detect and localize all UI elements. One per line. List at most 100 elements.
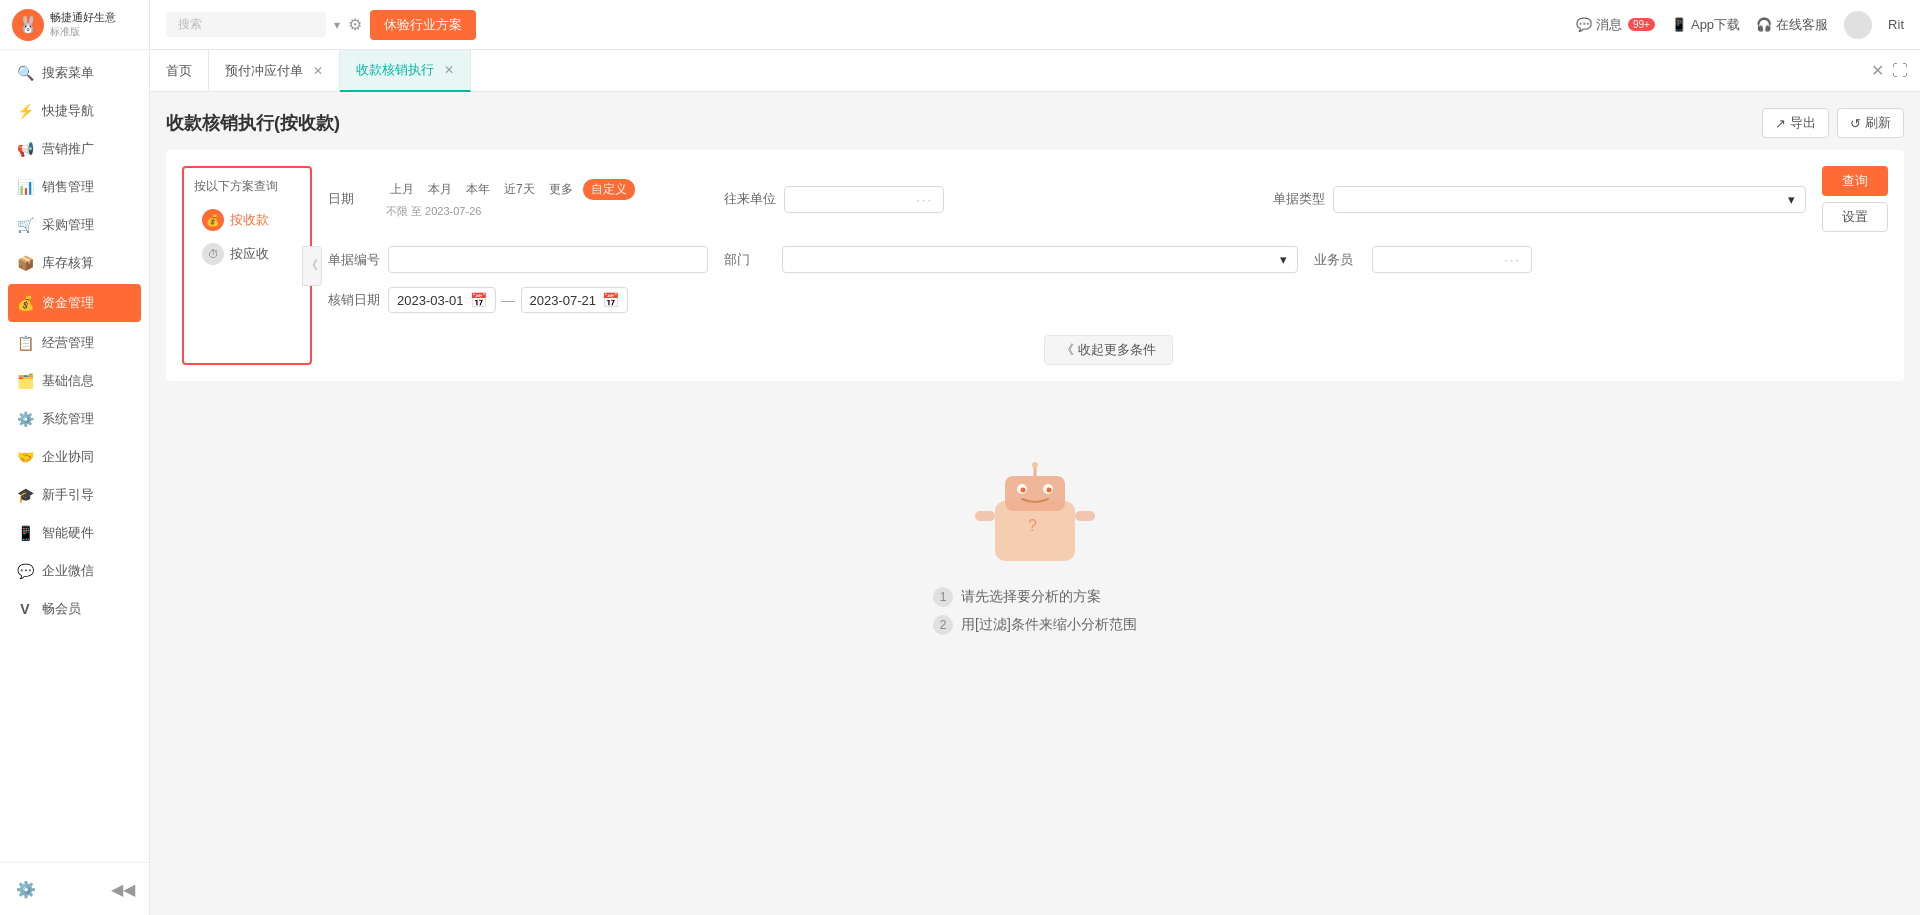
sidebar-item-system[interactable]: ⚙️ 系统管理	[0, 400, 149, 438]
filter-actions: 查询 设置	[1822, 166, 1888, 232]
content-area: 收款核销执行(按收款) ↗ 导出 ↺ 刷新 按以下方案查询 💰 按收款	[150, 92, 1920, 915]
filter-option-by-receivable[interactable]: ⏱ 按应收	[194, 237, 300, 271]
date-this-month[interactable]: 本月	[424, 179, 456, 200]
sidebar-item-guide[interactable]: 🎓 新手引导	[0, 476, 149, 514]
query-button[interactable]: 查询	[1822, 166, 1888, 196]
tab-prepay[interactable]: 预付冲应付单 ✕	[209, 50, 340, 92]
date-more[interactable]: 更多	[545, 179, 577, 200]
tab-prepay-close[interactable]: ✕	[313, 64, 323, 78]
filter-row-3: 核销日期 2023-03-01 📅 — 2023-07-21 📅	[328, 287, 1888, 313]
by-collection-label: 按收款	[230, 211, 269, 229]
bill-type-select[interactable]: ▾	[1333, 186, 1806, 213]
filter-row-1: 日期 上月 本月 本年 近7天 更多 自定义 不限 至 2023-07-26	[328, 166, 1888, 232]
refresh-icon: ↺	[1850, 116, 1861, 131]
sidebar-item-inventory[interactable]: 📦 库存核算	[0, 244, 149, 282]
sidebar-item-label: 采购管理	[42, 216, 94, 234]
date-range-separator: —	[502, 293, 515, 308]
export-button[interactable]: ↗ 导出	[1762, 108, 1829, 138]
verify-date-start-value: 2023-03-01	[397, 293, 464, 308]
tab-collection[interactable]: 收款核销执行 ✕	[340, 50, 471, 92]
app-download-button[interactable]: 📱 App下载	[1671, 16, 1740, 34]
refresh-label: 刷新	[1865, 114, 1891, 132]
sidebar-item-label: 经营管理	[42, 334, 94, 352]
bill-type-chevron: ▾	[1788, 192, 1795, 207]
filter-collapse-button[interactable]: 《	[302, 246, 322, 286]
tab-home-label: 首页	[166, 62, 192, 80]
bill-type-label: 单据类型	[1273, 190, 1325, 208]
sidebar-item-smart-hardware[interactable]: 📱 智能硬件	[0, 514, 149, 552]
app-download-icon: 📱	[1671, 17, 1687, 32]
partner-field: 往来单位 ···	[724, 186, 1257, 213]
date-this-year[interactable]: 本年	[462, 179, 494, 200]
sidebar-item-label: 快捷导航	[42, 102, 94, 120]
sidebar-item-quick-nav[interactable]: ⚡ 快捷导航	[0, 92, 149, 130]
tab-collection-close[interactable]: ✕	[444, 63, 454, 77]
dept-field: 部门 ▾	[724, 246, 1298, 273]
hint-number-1: 1	[933, 587, 953, 607]
sidebar-item-sales[interactable]: 📊 销售管理	[0, 168, 149, 206]
sidebar-item-marketing[interactable]: 📢 营销推广	[0, 130, 149, 168]
filter-option-by-collection[interactable]: 💰 按收款	[194, 203, 300, 237]
page-title: 收款核销执行(按收款)	[166, 111, 340, 135]
verify-date-range: 2023-03-01 📅 — 2023-07-21 📅	[388, 287, 628, 313]
partner-select[interactable]: ···	[784, 186, 944, 213]
verify-date-end-input[interactable]: 2023-07-21 📅	[521, 287, 629, 313]
sidebar-item-member[interactable]: V 畅会员	[0, 590, 149, 628]
settings-bottom-icon[interactable]: ⚙️	[10, 873, 42, 905]
sidebar-item-wechat[interactable]: 💬 企业微信	[0, 552, 149, 590]
salesperson-select[interactable]: ···	[1372, 246, 1532, 273]
svg-point-9	[1032, 462, 1038, 468]
collapse-sidebar-icon[interactable]: ◀◀	[107, 873, 139, 905]
tabbar-actions: ✕ ⛶	[1871, 61, 1920, 80]
verify-date-start-input[interactable]: 2023-03-01 📅	[388, 287, 496, 313]
basic-info-icon: 🗂️	[16, 372, 34, 390]
dept-chevron: ▾	[1280, 252, 1287, 267]
sidebar-item-finance[interactable]: 💰 资金管理	[8, 284, 141, 322]
sidebar-item-label: 营销推广	[42, 140, 94, 158]
topbar-dropdown-arrow[interactable]: ▾	[334, 18, 340, 32]
hint-text-1: 请先选择要分析的方案	[961, 588, 1101, 606]
operation-icon: 📋	[16, 334, 34, 352]
svg-text:?: ?	[1028, 517, 1037, 534]
message-button[interactable]: 💬 消息 99+	[1576, 16, 1655, 34]
hint-text-2: 用[过滤]条件来缩小分析范围	[961, 616, 1137, 634]
salesperson-dots-icon: ···	[1504, 252, 1521, 267]
empty-state: ? 1 请先选择要分析的方案 2 用[过滤]条件来缩小分析范围	[166, 381, 1904, 715]
svg-point-4	[1021, 488, 1026, 493]
setting-button[interactable]: 设置	[1822, 202, 1888, 232]
collapse-conditions-button[interactable]: 《 收起更多条件	[1044, 335, 1173, 365]
tab-close-all-icon[interactable]: ✕	[1871, 61, 1884, 80]
topbar-left: 搜索 ▾ ⚙ 休验行业方案	[166, 10, 1576, 40]
refresh-button[interactable]: ↺ 刷新	[1837, 108, 1904, 138]
bill-no-input[interactable]	[388, 246, 708, 273]
sidebar-item-search-menu[interactable]: 🔍 搜索菜单	[0, 54, 149, 92]
user-avatar[interactable]	[1844, 11, 1872, 39]
topbar-gear-icon[interactable]: ⚙	[348, 15, 362, 34]
tab-home[interactable]: 首页	[150, 50, 209, 92]
filter-row-2: 单据编号 部门 ▾ 业务员 ···	[328, 246, 1888, 273]
date-last-month[interactable]: 上月	[386, 179, 418, 200]
dept-select[interactable]: ▾	[782, 246, 1298, 273]
brand-name: 畅捷通好生意	[50, 10, 116, 24]
sidebar-item-purchase[interactable]: 🛒 采购管理	[0, 206, 149, 244]
svg-point-5	[1047, 488, 1052, 493]
tab-maximize-icon[interactable]: ⛶	[1892, 62, 1908, 80]
online-service-button[interactable]: 🎧 在线客服	[1756, 16, 1828, 34]
sidebar-item-enterprise[interactable]: 🤝 企业协同	[0, 438, 149, 476]
date-custom[interactable]: 自定义	[583, 179, 635, 200]
sidebar: 🐰 畅捷通好生意 标准版 🔍 搜索菜单 ⚡ 快捷导航 📢 营销推广 📊 销售管理…	[0, 0, 150, 915]
date-7days[interactable]: 近7天	[500, 179, 539, 200]
search-placeholder-text: 搜索	[178, 17, 202, 31]
sidebar-item-label: 企业协同	[42, 448, 94, 466]
sidebar-item-label: 企业微信	[42, 562, 94, 580]
empty-illustration: ?	[970, 461, 1100, 571]
sales-icon: 📊	[16, 178, 34, 196]
sidebar-item-operation[interactable]: 📋 经营管理	[0, 324, 149, 362]
page-actions: ↗ 导出 ↺ 刷新	[1762, 108, 1904, 138]
sidebar-item-label: 销售管理	[42, 178, 94, 196]
industry-solution-button[interactable]: 休验行业方案	[370, 10, 476, 40]
tab-prepay-label: 预付冲应付单	[225, 62, 303, 80]
export-icon: ↗	[1775, 116, 1786, 131]
partner-label: 往来单位	[724, 190, 776, 208]
sidebar-item-basic-info[interactable]: 🗂️ 基础信息	[0, 362, 149, 400]
